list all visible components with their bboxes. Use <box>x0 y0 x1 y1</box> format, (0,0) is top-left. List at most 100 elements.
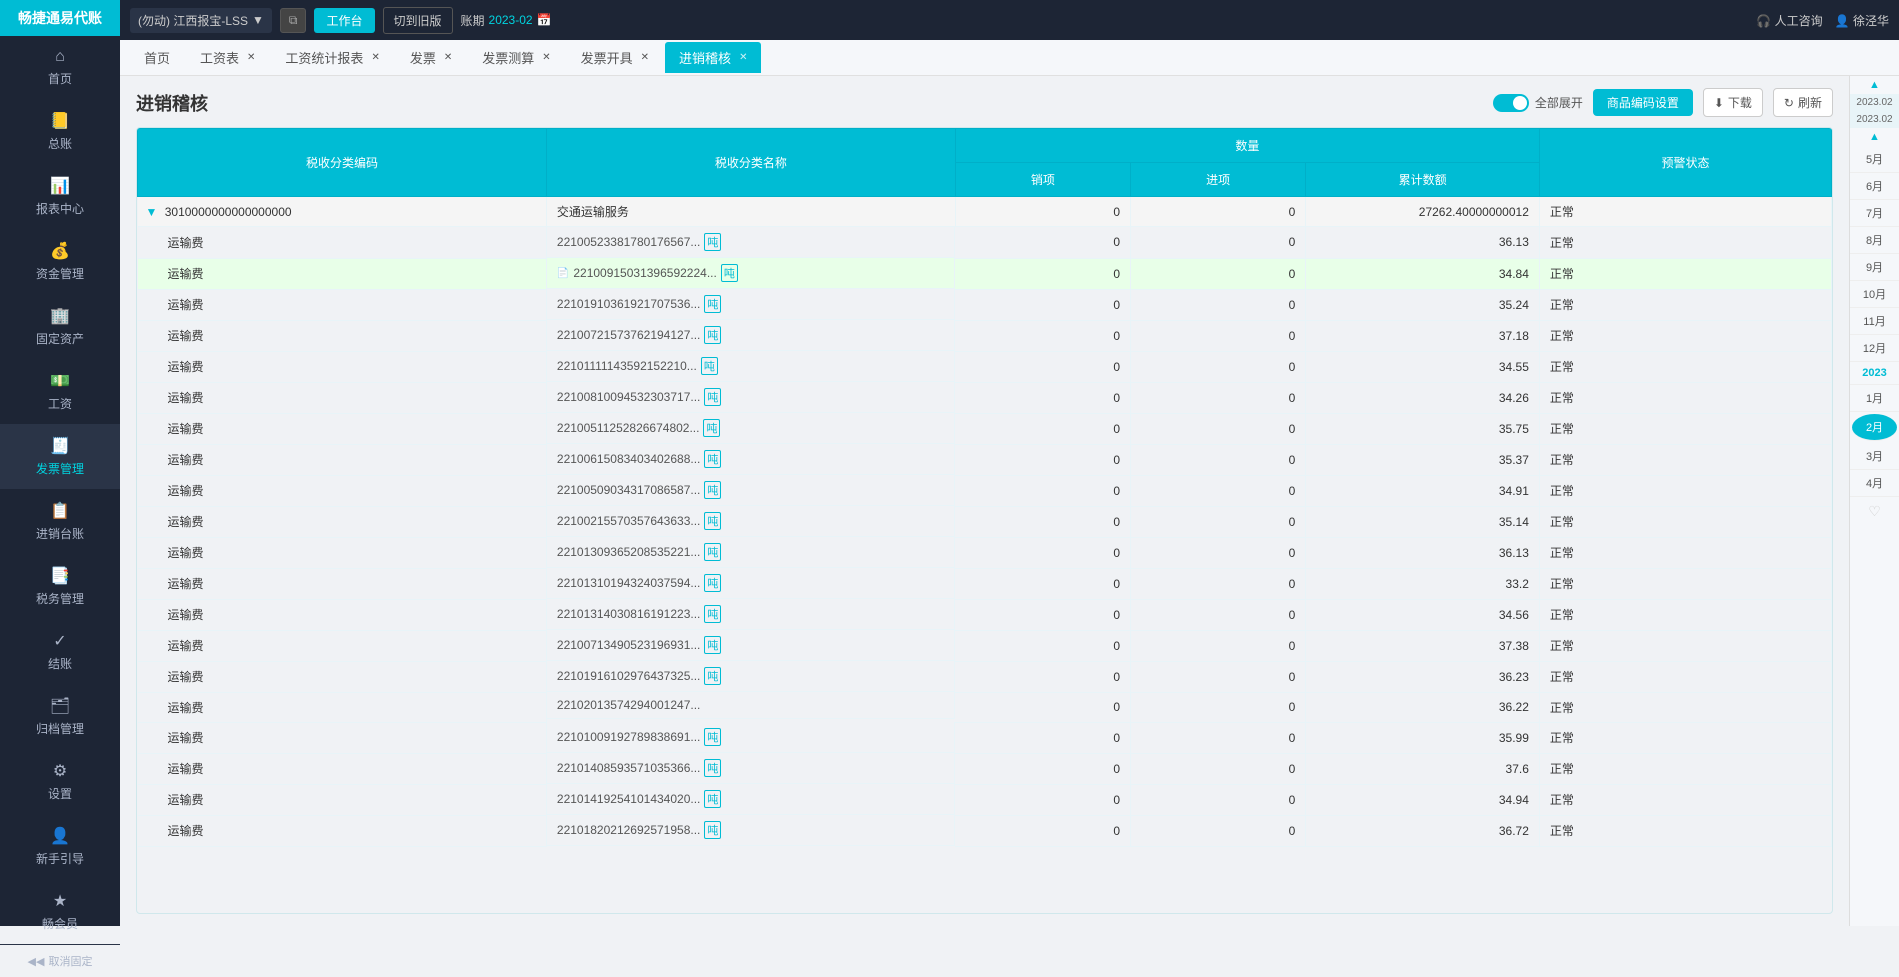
month-5[interactable]: 5月 <box>1850 146 1899 173</box>
app-logo: 畅捷通易代账 <box>0 0 120 36</box>
right-panel-year-2023-02-top[interactable]: 2023.02 <box>1850 94 1899 111</box>
month-2-active[interactable]: 2月 <box>1852 414 1897 441</box>
table-row-name: 运输费 <box>138 320 547 351</box>
support-button[interactable]: 🎧 人工咨询 <box>1756 12 1822 29</box>
right-panel-up2[interactable]: ▲ <box>1850 128 1899 146</box>
row-purchases: 0 <box>1131 351 1306 382</box>
row-inv-no: 22101309365208535221... 吨 <box>547 537 955 568</box>
ledger-icon: 📒 <box>50 111 70 131</box>
row-total: 36.72 <box>1306 815 1540 846</box>
sidebar-item-ledger[interactable]: 📒 总账 <box>0 99 120 164</box>
copy-button[interactable]: ⧉ <box>280 8 307 33</box>
tab-salary-table-close[interactable]: ✕ <box>247 52 255 63</box>
tab-invoice-issue[interactable]: 发票开具 ✕ <box>567 42 663 73</box>
tab-invoice-close[interactable]: ✕ <box>444 52 452 63</box>
col-status-header: 预警状态 <box>1539 129 1831 197</box>
month-12[interactable]: 12月 <box>1850 335 1899 362</box>
heart-icon: ♡ <box>1868 503 1881 520</box>
row-status: 正常 <box>1539 351 1831 382</box>
tab-invoice-calc-close[interactable]: ✕ <box>542 52 550 63</box>
month-1[interactable]: 1月 <box>1850 385 1899 412</box>
row-total: 33.2 <box>1306 568 1540 599</box>
purchase-icon: 📋 <box>50 501 70 521</box>
sidebar-item-purchase[interactable]: 📋 进销台账 <box>0 489 120 554</box>
row-total: 34.55 <box>1306 351 1540 382</box>
sidebar-item-capital[interactable]: 💰 资金管理 <box>0 229 120 294</box>
table-row-name: 运输费 <box>138 537 547 568</box>
row-purchases: 0 <box>1131 475 1306 506</box>
toggle-expand[interactable]: 全部展开 <box>1493 94 1583 112</box>
row-inv-no: 22101910361921707536... 吨 <box>547 289 955 320</box>
right-panel-year-2023-02-2[interactable]: 2023.02 <box>1850 111 1899 128</box>
tab-invoice[interactable]: 发票 ✕ <box>396 42 466 73</box>
year-2023[interactable]: 2023 <box>1850 362 1899 385</box>
assets-icon: 🏢 <box>50 306 70 326</box>
settings-button[interactable]: 商品编码设置 <box>1593 89 1693 116</box>
heart-icon-area: ♡ <box>1850 497 1899 526</box>
row-total: 34.94 <box>1306 784 1540 815</box>
company-selector[interactable]: (勿动) 江西报宝-LSS ▼ <box>130 8 272 33</box>
row-purchases: 0 <box>1131 227 1306 259</box>
month-8[interactable]: 8月 <box>1850 227 1899 254</box>
tab-invoice-calc[interactable]: 发票测算 ✕ <box>468 42 564 73</box>
tab-salary-table[interactable]: 工资表 ✕ <box>186 42 269 73</box>
tab-salary-stats-label: 工资统计报表 <box>285 48 363 67</box>
sidebar-item-reports[interactable]: 📊 报表中心 <box>0 164 120 229</box>
switch-version-button[interactable]: 切到旧版 <box>383 7 453 34</box>
guide-icon: 👤 <box>50 826 70 846</box>
sidebar-item-salary[interactable]: 💵 工资 <box>0 359 120 424</box>
sidebar-item-tax[interactable]: 📑 税务管理 <box>0 554 120 619</box>
topbar-right: 🎧 人工咨询 👤 徐泾华 <box>1756 12 1889 29</box>
row-purchases: 0 <box>1131 815 1306 846</box>
month-3[interactable]: 3月 <box>1850 443 1899 470</box>
right-panel-up[interactable]: ▲ <box>1850 76 1899 94</box>
user-menu[interactable]: 👤 徐泾华 <box>1835 12 1889 29</box>
row-inv-no: 📄 22100915031396592224... 吨 <box>547 258 955 289</box>
collapse-icon[interactable]: ▼ <box>146 205 158 219</box>
month-10[interactable]: 10月 <box>1850 281 1899 308</box>
pin-button[interactable]: ◀◀ 取消固定 <box>0 945 120 977</box>
tab-home[interactable]: 首页 <box>130 42 184 73</box>
tab-salary-stats-close[interactable]: ✕ <box>371 52 379 63</box>
month-9[interactable]: 9月 <box>1850 254 1899 281</box>
page-title: 进销稽核 <box>136 90 208 116</box>
tab-invoice-issue-close[interactable]: ✕ <box>641 52 649 63</box>
tab-reconcile-close[interactable]: ✕ <box>739 52 747 63</box>
row-status: 正常 <box>1539 197 1831 227</box>
sidebar-item-settings[interactable]: ⚙ 设置 <box>0 749 120 814</box>
invoice-icon: 🧾 <box>50 436 70 456</box>
row-purchases: 0 <box>1131 599 1306 630</box>
sidebar-item-closing[interactable]: ✓ 结账 <box>0 619 120 684</box>
month-7[interactable]: 7月 <box>1850 200 1899 227</box>
row-status: 正常 <box>1539 630 1831 661</box>
sidebar-item-archive[interactable]: 🗂 归档管理 <box>0 684 120 749</box>
refresh-button[interactable]: ↻ 刷新 <box>1773 88 1833 117</box>
expand-toggle[interactable] <box>1493 94 1529 112</box>
row-purchases: 0 <box>1131 661 1306 692</box>
sidebar-item-invoice[interactable]: 🧾 发票管理 <box>0 424 120 489</box>
month-4[interactable]: 4月 <box>1850 470 1899 497</box>
row-status: 正常 <box>1539 258 1831 289</box>
row-sales: 0 <box>955 599 1130 630</box>
download-icon: ⬇ <box>1714 96 1724 110</box>
tab-salary-stats[interactable]: 工资统计报表 ✕ <box>271 42 393 73</box>
table-row-name: 运输费 <box>138 599 547 630</box>
month-6[interactable]: 6月 <box>1850 173 1899 200</box>
calendar-icon[interactable]: 📅 <box>537 13 552 27</box>
row-total: 35.24 <box>1306 289 1540 320</box>
row-status: 正常 <box>1539 506 1831 537</box>
sidebar-item-archive-label: 归档管理 <box>36 720 84 737</box>
sidebar-item-home[interactable]: ⌂ 首页 <box>0 36 120 99</box>
sidebar-item-member[interactable]: ★ 畅会员 <box>0 879 120 944</box>
table-row-name: 运输费 <box>138 568 547 599</box>
row-status: 正常 <box>1539 413 1831 444</box>
download-button[interactable]: ⬇ 下载 <box>1703 88 1763 117</box>
sidebar-item-guide[interactable]: 👤 新手引导 <box>0 814 120 879</box>
workspace-button[interactable]: 工作台 <box>314 8 374 33</box>
sidebar-item-assets[interactable]: 🏢 固定资产 <box>0 294 120 359</box>
tab-reconcile[interactable]: 进销稽核 ✕ <box>665 42 761 73</box>
month-11[interactable]: 11月 <box>1850 308 1899 335</box>
row-total: 36.23 <box>1306 661 1540 692</box>
row-total: 36.22 <box>1306 692 1540 722</box>
tab-reconcile-label: 进销稽核 <box>679 48 731 67</box>
